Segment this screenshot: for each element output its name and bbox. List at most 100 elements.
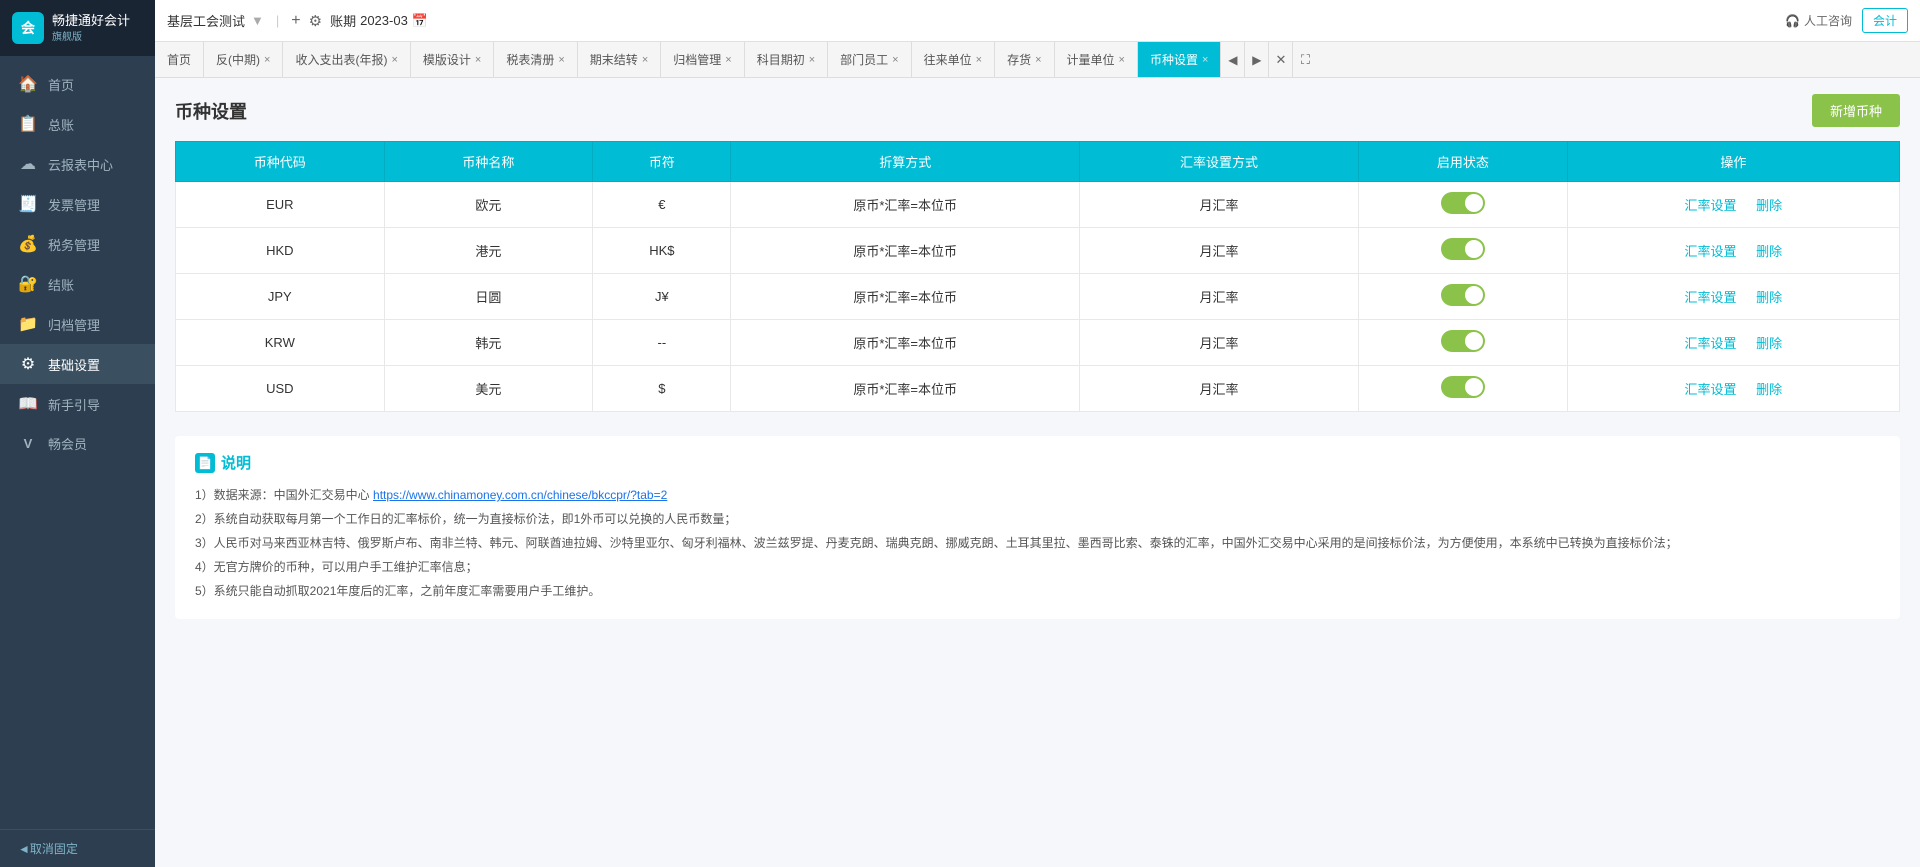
tab-mid[interactable]: 反(中期) ×: [204, 42, 283, 78]
tab-tax-close[interactable]: ×: [558, 42, 564, 78]
sidebar-item-invoice[interactable]: 🧾 发票管理: [0, 184, 155, 224]
sidebar-label-settings: 基础设置: [48, 355, 100, 374]
note-item-1: 2）系统自动获取每月第一个工作日的汇率标价，统一为直接标价法，即1外币可以兑换的…: [195, 507, 1880, 531]
cell-calc-1: 原币*汇率=本位币: [731, 228, 1080, 274]
delete-link-2[interactable]: 删除: [1756, 290, 1782, 305]
cell-name-4: 美元: [384, 366, 593, 412]
tab-unit-close[interactable]: ×: [976, 42, 982, 78]
tab-dept-close[interactable]: ×: [892, 42, 898, 78]
tab-home[interactable]: 首页: [155, 42, 204, 78]
tab-carry-close[interactable]: ×: [642, 42, 648, 78]
tab-archive[interactable]: 归档管理 ×: [661, 42, 744, 78]
tab-annual[interactable]: 收入支出表(年报) ×: [283, 42, 410, 78]
reports-icon: ☁: [18, 154, 38, 174]
cell-name-0: 欧元: [384, 182, 593, 228]
calendar-icon[interactable]: 📅: [412, 13, 428, 29]
tab-tax[interactable]: 税表清册 ×: [494, 42, 577, 78]
tab-unit[interactable]: 往来单位 ×: [912, 42, 995, 78]
cell-toggle-0[interactable]: [1359, 182, 1568, 228]
sidebar-label-ledger: 总账: [48, 115, 74, 134]
sidebar-pin-toggle[interactable]: ◄取消固定: [0, 829, 155, 867]
col-code: 币种代码: [176, 142, 385, 182]
note-item-3: 4）无官方牌价的币种，可以用户手工维护汇率信息；: [195, 555, 1880, 579]
rate-setting-link-3[interactable]: 汇率设置: [1685, 336, 1737, 351]
delete-link-3[interactable]: 删除: [1756, 336, 1782, 351]
cell-rate-1: 月汇率: [1079, 228, 1358, 274]
cell-toggle-1[interactable]: [1359, 228, 1568, 274]
sidebar-item-archive[interactable]: 📁 归档管理: [0, 304, 155, 344]
tab-currency-close[interactable]: ×: [1202, 42, 1208, 78]
cell-calc-4: 原币*汇率=本位币: [731, 366, 1080, 412]
sidebar-item-ledger[interactable]: 📋 总账: [0, 104, 155, 144]
tab-subject-close[interactable]: ×: [809, 42, 815, 78]
tab-unit-label: 往来单位: [924, 42, 972, 78]
toggle-switch-1[interactable]: [1441, 238, 1485, 260]
company-settings-icon[interactable]: ⚙: [309, 12, 322, 30]
tab-prev-button[interactable]: ◀: [1221, 42, 1245, 78]
rate-setting-link-1[interactable]: 汇率设置: [1685, 244, 1737, 259]
rate-setting-link-2[interactable]: 汇率设置: [1685, 290, 1737, 305]
tab-measure[interactable]: 计量单位 ×: [1055, 42, 1138, 78]
toggle-switch-3[interactable]: [1441, 330, 1485, 352]
tab-dept[interactable]: 部门员工 ×: [828, 42, 911, 78]
tab-archive-label: 归档管理: [673, 42, 721, 78]
sidebar-label-archive: 归档管理: [48, 315, 100, 334]
cell-action-0: 汇率设置 删除: [1567, 182, 1899, 228]
tab-close-all-button[interactable]: ✕: [1269, 42, 1293, 78]
sidebar-pin-label: ◄取消固定: [18, 840, 78, 857]
rate-setting-link-0[interactable]: 汇率设置: [1685, 198, 1737, 213]
company-selector[interactable]: 基层工会测试 ▼: [167, 11, 264, 30]
toggle-switch-0[interactable]: [1441, 192, 1485, 214]
sidebar-item-settings[interactable]: ⚙ 基础设置: [0, 344, 155, 384]
tab-currency[interactable]: 币种设置 ×: [1138, 42, 1221, 78]
col-calc: 折算方式: [731, 142, 1080, 182]
period-label: 账期: [330, 11, 356, 30]
toggle-switch-2[interactable]: [1441, 284, 1485, 306]
cell-toggle-2[interactable]: [1359, 274, 1568, 320]
tab-stock-close[interactable]: ×: [1035, 42, 1041, 78]
cell-toggle-4[interactable]: [1359, 366, 1568, 412]
user-role-button[interactable]: 会计: [1862, 8, 1908, 33]
sidebar-item-tax[interactable]: 💰 税务管理: [0, 224, 155, 264]
tab-annual-close[interactable]: ×: [391, 42, 397, 78]
logo-text: 畅捷通好会计: [52, 13, 130, 29]
tab-subject[interactable]: 科目期初 ×: [745, 42, 828, 78]
dropdown-icon: ▼: [251, 13, 264, 28]
delete-link-1[interactable]: 删除: [1756, 244, 1782, 259]
sidebar-item-reports[interactable]: ☁ 云报表中心: [0, 144, 155, 184]
cell-name-3: 韩元: [384, 320, 593, 366]
tab-template[interactable]: 模版设计 ×: [411, 42, 494, 78]
delete-link-0[interactable]: 删除: [1756, 198, 1782, 213]
period-display: 账期 2023-03 📅: [330, 11, 428, 30]
sidebar-item-guide[interactable]: 📖 新手引导: [0, 384, 155, 424]
currency-table: 币种代码 币种名称 币符 折算方式 汇率设置方式 启用状态 操作 EUR 欧元 …: [175, 141, 1900, 412]
tab-next-button[interactable]: ▶: [1245, 42, 1269, 78]
sidebar-item-home[interactable]: 🏠 首页: [0, 64, 155, 104]
toggle-switch-4[interactable]: [1441, 376, 1485, 398]
service-button[interactable]: 🎧 人工咨询: [1785, 12, 1852, 29]
col-name: 币种名称: [384, 142, 593, 182]
sidebar-item-close[interactable]: 🔐 结账: [0, 264, 155, 304]
cell-symbol-3: --: [593, 320, 731, 366]
sidebar-item-vip[interactable]: V 畅会员: [0, 424, 155, 463]
topbar-separator: |: [276, 13, 279, 28]
tab-mid-close[interactable]: ×: [264, 42, 270, 78]
cell-code-4: USD: [176, 366, 385, 412]
tab-bar: 首页 反(中期) × 收入支出表(年报) × 模版设计 × 税表清册 × 期末结…: [155, 42, 1920, 78]
tab-measure-close[interactable]: ×: [1119, 42, 1125, 78]
note-external-link[interactable]: https://www.chinamoney.com.cn/chinese/bk…: [373, 488, 667, 502]
sidebar-label-tax: 税务管理: [48, 235, 100, 254]
sidebar-label-reports: 云报表中心: [48, 155, 113, 174]
tab-archive-close[interactable]: ×: [725, 42, 731, 78]
new-currency-button[interactable]: 新增币种: [1812, 94, 1900, 127]
tab-expand-button[interactable]: ⛶: [1293, 42, 1317, 78]
tab-stock[interactable]: 存货 ×: [995, 42, 1054, 78]
tab-template-close[interactable]: ×: [475, 42, 481, 78]
rate-setting-link-4[interactable]: 汇率设置: [1685, 382, 1737, 397]
add-company-button[interactable]: +: [291, 12, 300, 30]
delete-link-4[interactable]: 删除: [1756, 382, 1782, 397]
sidebar-label-guide: 新手引导: [48, 395, 100, 414]
cell-code-1: HKD: [176, 228, 385, 274]
tab-carry[interactable]: 期末结转 ×: [578, 42, 661, 78]
cell-toggle-3[interactable]: [1359, 320, 1568, 366]
